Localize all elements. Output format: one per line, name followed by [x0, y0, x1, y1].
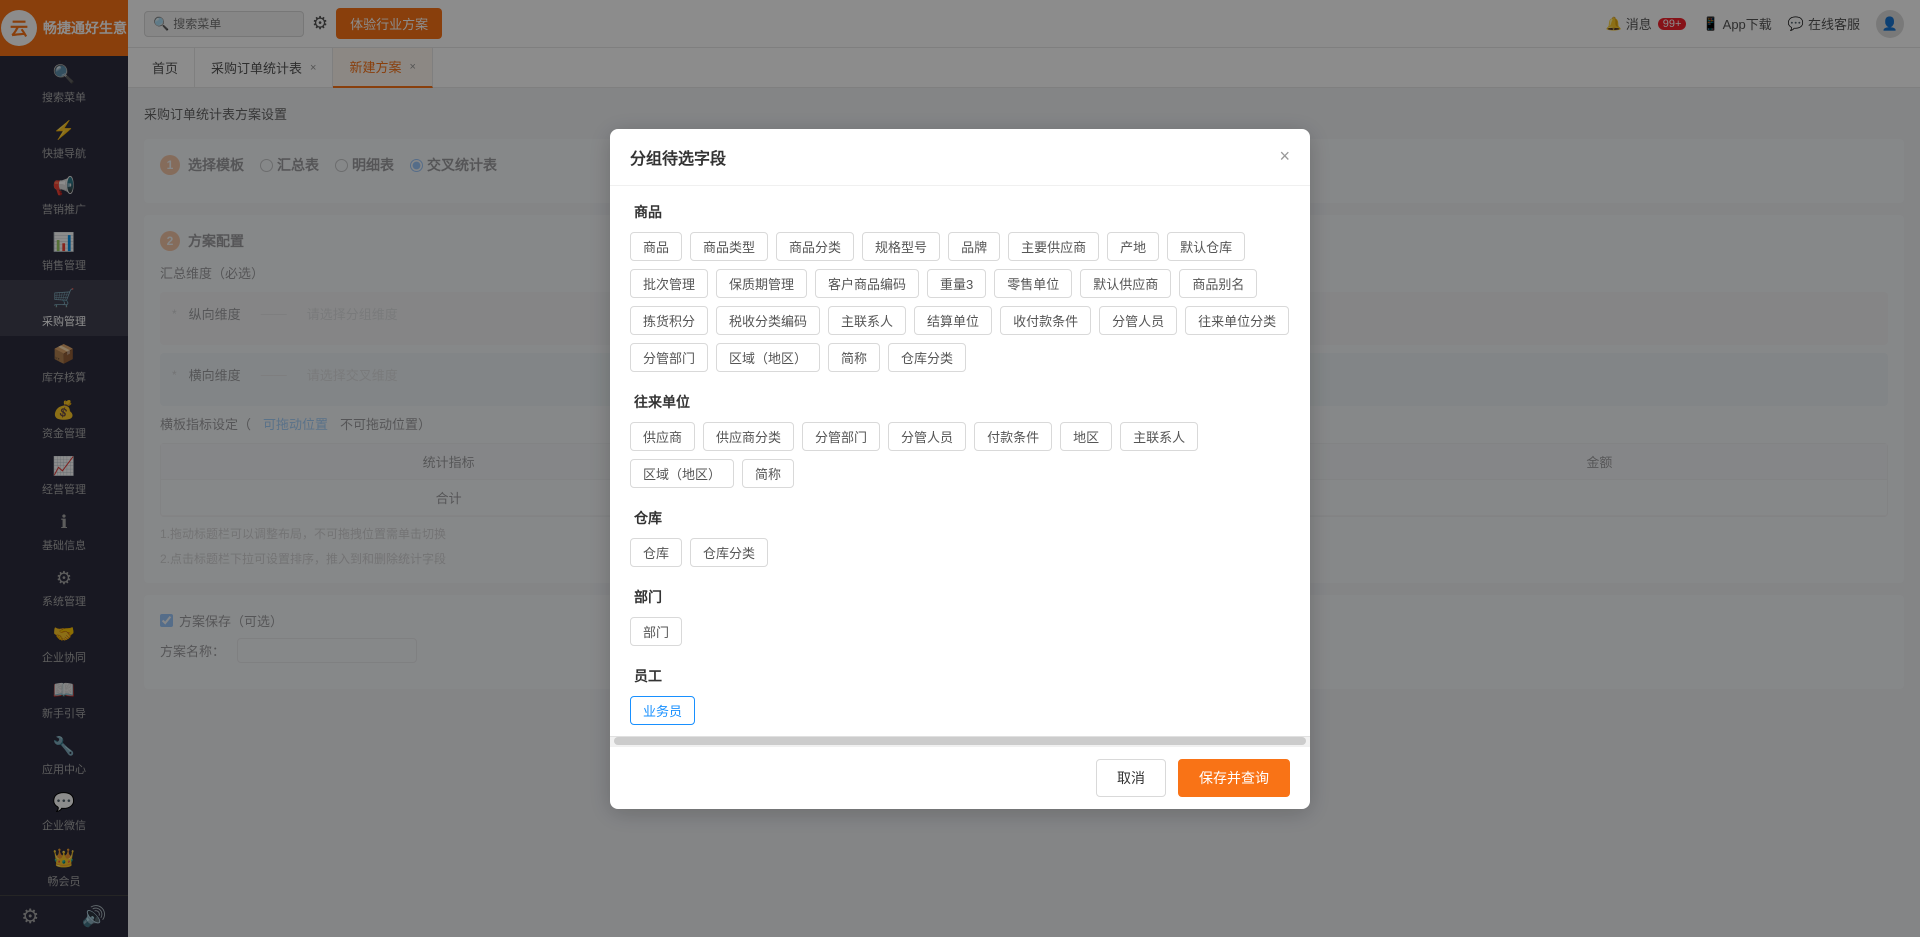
modal-close-button[interactable]: × [1279, 146, 1290, 167]
goods-section: 商品 商品 商品类型 商品分类 规格型号 品牌 主要供应商 产地 默认仓库 批次… [630, 202, 1290, 372]
field-tag-shelf-life[interactable]: 保质期管理 [716, 269, 807, 298]
modal-horizontal-scrollbar[interactable] [610, 736, 1310, 746]
field-tag-warehouse-cat[interactable]: 仓库分类 [690, 538, 768, 567]
field-tag-warehouse-category[interactable]: 仓库分类 [888, 343, 966, 372]
field-tag-weight[interactable]: 重量3 [927, 269, 986, 298]
field-tag-goods[interactable]: 商品 [630, 232, 682, 261]
field-tag-warehouse-name[interactable]: 仓库 [630, 538, 682, 567]
field-tag-supplier[interactable]: 供应商 [630, 422, 695, 451]
field-tag-abbr[interactable]: 简称 [828, 343, 880, 372]
partner-fields: 供应商 供应商分类 分管部门 分管人员 付款条件 地区 主联系人 区域（地区） … [630, 422, 1290, 488]
field-tag-manager2[interactable]: 分管人员 [888, 422, 966, 451]
field-selection-modal: 分组待选字段 × 商品 商品 商品类型 商品分类 规格型号 [610, 129, 1310, 809]
department-fields: 部门 [630, 617, 1290, 646]
field-tag-manager[interactable]: 分管人员 [1099, 306, 1177, 335]
confirm-button[interactable]: 保存并查询 [1178, 759, 1290, 797]
field-tag-settlement-unit[interactable]: 结算单位 [914, 306, 992, 335]
warehouse-section: 仓库 仓库 仓库分类 [630, 508, 1290, 567]
field-tag-department[interactable]: 部门 [630, 617, 682, 646]
field-tag-default-supplier[interactable]: 默认供应商 [1080, 269, 1171, 298]
field-tag-pick-score[interactable]: 拣货积分 [630, 306, 708, 335]
staff-fields: 业务员 [630, 696, 1290, 725]
goods-section-title: 商品 [630, 202, 1290, 222]
field-tag-dept2[interactable]: 分管部门 [802, 422, 880, 451]
field-tag-retail-unit[interactable]: 零售单位 [994, 269, 1072, 298]
field-tag-tax-code[interactable]: 税收分类编码 [716, 306, 820, 335]
field-tag-abbr2[interactable]: 简称 [742, 459, 794, 488]
page-content: 采购订单统计表方案设置 1 选择模板 汇总表 明细表 [128, 88, 1920, 937]
department-section-title: 部门 [630, 587, 1290, 607]
scrollbar-thumb[interactable] [614, 737, 1306, 745]
field-tag-main-contact2[interactable]: 主联系人 [1120, 422, 1198, 451]
warehouse-fields: 仓库 仓库分类 [630, 538, 1290, 567]
field-tag-customer-code[interactable]: 客户商品编码 [815, 269, 919, 298]
field-tag-region[interactable]: 区域（地区） [716, 343, 820, 372]
field-tag-goods-alias[interactable]: 商品别名 [1179, 269, 1257, 298]
field-tag-partner-category[interactable]: 往来单位分类 [1185, 306, 1289, 335]
partner-section-title: 往来单位 [630, 392, 1290, 412]
staff-section: 员工 业务员 [630, 666, 1290, 725]
modal-title: 分组待选字段 [630, 145, 726, 169]
field-tag-salesperson[interactable]: 业务员 [630, 696, 695, 725]
modal-footer: 取消 保存并查询 [610, 746, 1310, 809]
field-tag-area[interactable]: 地区 [1060, 422, 1112, 451]
field-tag-default-warehouse[interactable]: 默认仓库 [1167, 232, 1245, 261]
field-tag-goods-category[interactable]: 商品分类 [776, 232, 854, 261]
field-tag-brand[interactable]: 品牌 [948, 232, 1000, 261]
field-tag-region2[interactable]: 区域（地区） [630, 459, 734, 488]
field-tag-batch-management[interactable]: 批次管理 [630, 269, 708, 298]
partner-section: 往来单位 供应商 供应商分类 分管部门 分管人员 付款条件 地区 主联系人 区域… [630, 392, 1290, 488]
department-section: 部门 部门 [630, 587, 1290, 646]
goods-fields: 商品 商品类型 商品分类 规格型号 品牌 主要供应商 产地 默认仓库 批次管理 … [630, 232, 1290, 372]
main-content: 🔍 ⚙ 体验行业方案 🔔 消息 99+ 📱 App下载 💬 在 [128, 0, 1920, 937]
field-tag-payment-terms2[interactable]: 付款条件 [974, 422, 1052, 451]
field-tag-spec-model[interactable]: 规格型号 [862, 232, 940, 261]
modal-body: 商品 商品 商品类型 商品分类 规格型号 品牌 主要供应商 产地 默认仓库 批次… [610, 186, 1310, 736]
staff-section-title: 员工 [630, 666, 1290, 686]
field-tag-main-supplier[interactable]: 主要供应商 [1008, 232, 1099, 261]
field-tag-origin[interactable]: 产地 [1107, 232, 1159, 261]
field-tag-main-contact[interactable]: 主联系人 [828, 306, 906, 335]
field-tag-supplier-category[interactable]: 供应商分类 [703, 422, 794, 451]
modal-header: 分组待选字段 × [610, 129, 1310, 186]
cancel-button[interactable]: 取消 [1096, 759, 1166, 797]
warehouse-section-title: 仓库 [630, 508, 1290, 528]
field-tag-payment-terms[interactable]: 收付款条件 [1000, 306, 1091, 335]
modal-overlay: 分组待选字段 × 商品 商品 商品类型 商品分类 规格型号 [128, 88, 1920, 937]
field-tag-dept[interactable]: 分管部门 [630, 343, 708, 372]
field-tag-goods-type[interactable]: 商品类型 [690, 232, 768, 261]
